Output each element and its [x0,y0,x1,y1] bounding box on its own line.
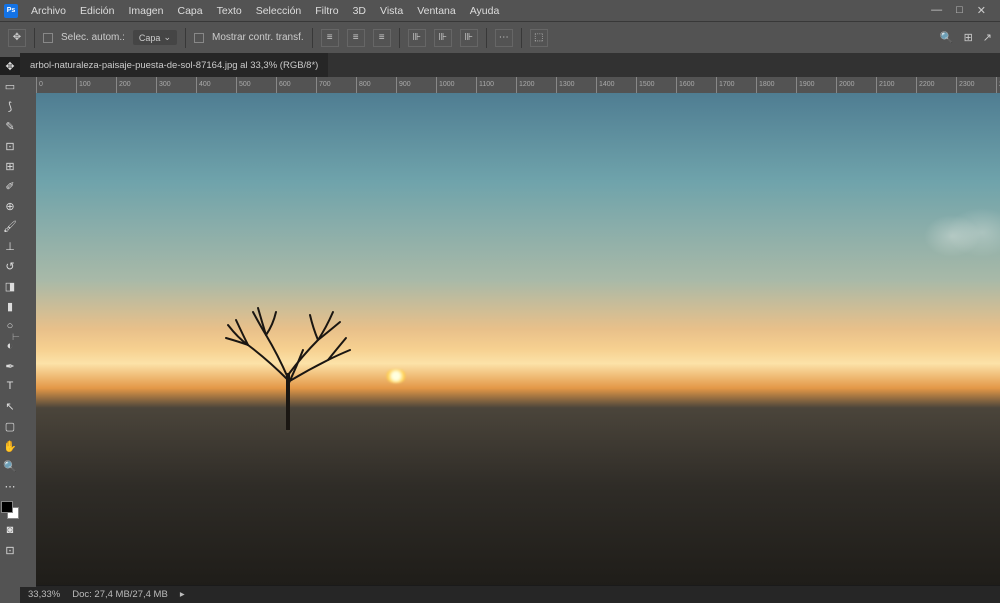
eyedropper-tool[interactable]: ✐ [0,177,20,195]
menu-edicion[interactable]: Edición [73,5,121,17]
auto-select-dropdown[interactable]: Capa⌄ [133,30,177,45]
menu-ventana[interactable]: Ventana [410,5,463,17]
menu-seleccion[interactable]: Selección [249,5,309,17]
edit-toolbar[interactable]: ⋯ [0,477,20,495]
tools-panel: ✥ ▭ ⟆ ✎ ⊡ ⊞ ✐ ⊕ 🖌 ⊥ ↺ ◨ ▮ ○ ◐ ✒ T ↖ ▢ ✋ … [0,53,20,603]
ruler-vertical [20,93,36,587]
document-tabs: arbol-naturaleza-paisaje-puesta-de-sol-8… [20,53,1000,77]
distribute-h-icon[interactable]: ⊪ [408,29,426,47]
distribute-v-icon[interactable]: ⊪ [434,29,452,47]
search-icon[interactable]: 🔍 [940,31,954,44]
cloud-image [904,201,1000,271]
menu-filtro[interactable]: Filtro [308,5,345,17]
minimize-button[interactable]: — [931,4,942,17]
auto-select-label: Selec. autom.: [61,32,125,43]
status-bar: 33,33% Doc: 27,4 MB/27,4 MB ▸ [20,585,1000,603]
menu-vista[interactable]: Vista [373,5,410,17]
marquee-tool[interactable]: ▭ [0,77,20,95]
menu-texto[interactable]: Texto [210,5,249,17]
menu-3d[interactable]: 3D [346,5,373,17]
eraser-tool[interactable]: ◨ [0,277,20,295]
quick-select-tool[interactable]: ✎ [0,117,20,135]
type-tool[interactable]: T [0,377,20,395]
menu-imagen[interactable]: Imagen [121,5,170,17]
shape-tool[interactable]: ▢ [0,417,20,435]
brush-tool[interactable]: 🖌 [0,217,20,235]
stamp-tool[interactable]: ⊥ [0,237,20,255]
doc-size-status[interactable]: Doc: 27,4 MB/27,4 MB [72,589,168,600]
move-tool-indicator-icon: ✥ [8,29,26,47]
close-button[interactable]: ✕ [977,4,986,17]
frame-tool[interactable]: ⊞ [0,157,20,175]
auto-select-checkbox[interactable] [43,33,53,43]
move-tool[interactable]: ✥ [0,57,20,75]
canvas[interactable] [36,93,1000,585]
screen-mode-tool[interactable]: ⊡ [0,541,20,559]
align-left-icon[interactable]: ≡ [321,29,339,47]
align-right-icon[interactable]: ≡ [373,29,391,47]
history-brush-tool[interactable]: ↺ [0,257,20,275]
menubar: Ps Archivo Edición Imagen Capa Texto Sel… [0,0,1000,21]
zoom-tool[interactable]: 🔍 [0,457,20,475]
align-center-icon[interactable]: ≡ [347,29,365,47]
lasso-tool[interactable]: ⟆ [0,97,20,115]
options-bar: ✥ Selec. autom.: Capa⌄ Mostrar contr. tr… [0,21,1000,53]
show-transform-checkbox[interactable] [194,33,204,43]
share-icon[interactable]: ↗ [983,31,992,44]
crop-tool[interactable]: ⊡ [0,137,20,155]
color-swatches[interactable] [1,501,19,519]
gradient-tool[interactable]: ▮ [0,297,20,315]
healing-tool[interactable]: ⊕ [0,197,20,215]
zoom-status[interactable]: 33,33% [28,589,60,600]
quick-mask-tool[interactable]: ◙ [0,521,20,539]
menu-capa[interactable]: Capa [171,5,210,17]
show-transform-label: Mostrar contr. transf. [212,32,304,43]
sun-image [386,369,406,383]
more-align-icon[interactable]: ⋯ [495,29,513,47]
distribute-icon[interactable]: ⊪ [460,29,478,47]
ruler-horizontal: 0100200300400500600700800900100011001200… [20,77,1000,93]
status-more[interactable]: ▸ [180,589,185,600]
path-select-tool[interactable]: ↖ [0,397,20,415]
document-tab[interactable]: arbol-naturaleza-paisaje-puesta-de-sol-8… [20,53,328,77]
menu-ayuda[interactable]: Ayuda [463,5,507,17]
menu-archivo[interactable]: Archivo [24,5,73,17]
3d-mode-icon[interactable]: ⬚ [530,29,548,47]
app-icon: Ps [4,4,18,18]
maximize-button[interactable]: □ [956,4,963,17]
pen-tool[interactable]: ✒ [0,357,20,375]
hand-tool[interactable]: ✋ [0,437,20,455]
workspace-icon[interactable]: ⊞ [964,31,973,44]
tree-image [218,300,358,430]
